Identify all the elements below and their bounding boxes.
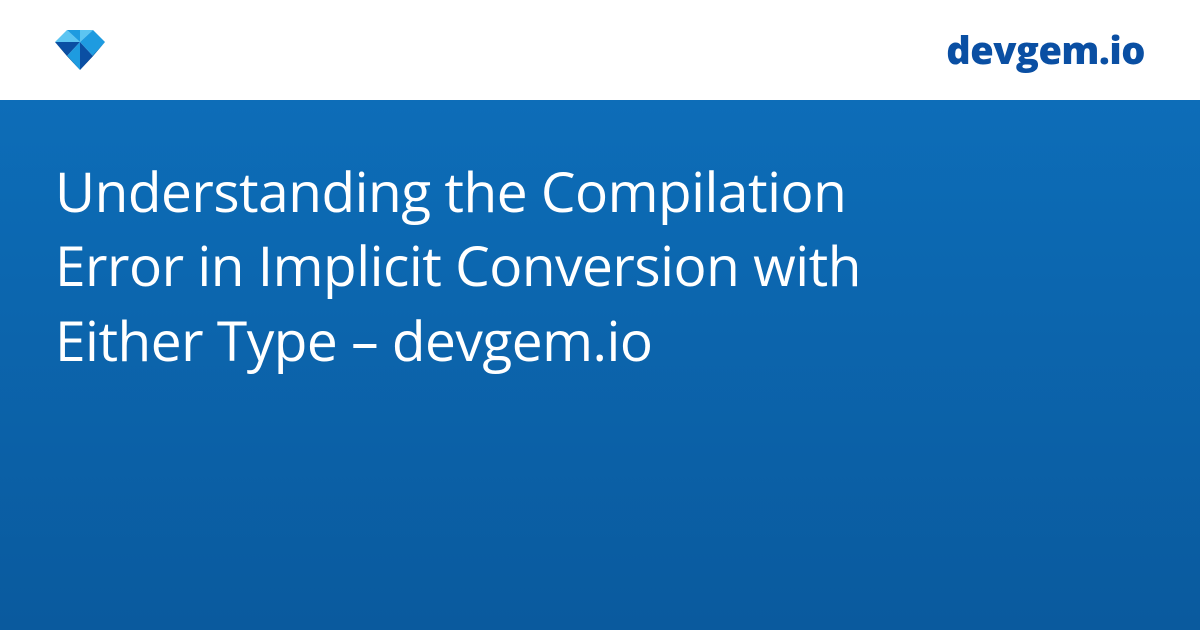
page-title: Understanding the Compilation Error in I… (55, 155, 955, 378)
brand-name: devgem.io (946, 24, 1145, 76)
hero-section: Understanding the Compilation Error in I… (0, 100, 1200, 630)
gem-logo-icon (55, 30, 105, 70)
header: devgem.io (0, 0, 1200, 100)
